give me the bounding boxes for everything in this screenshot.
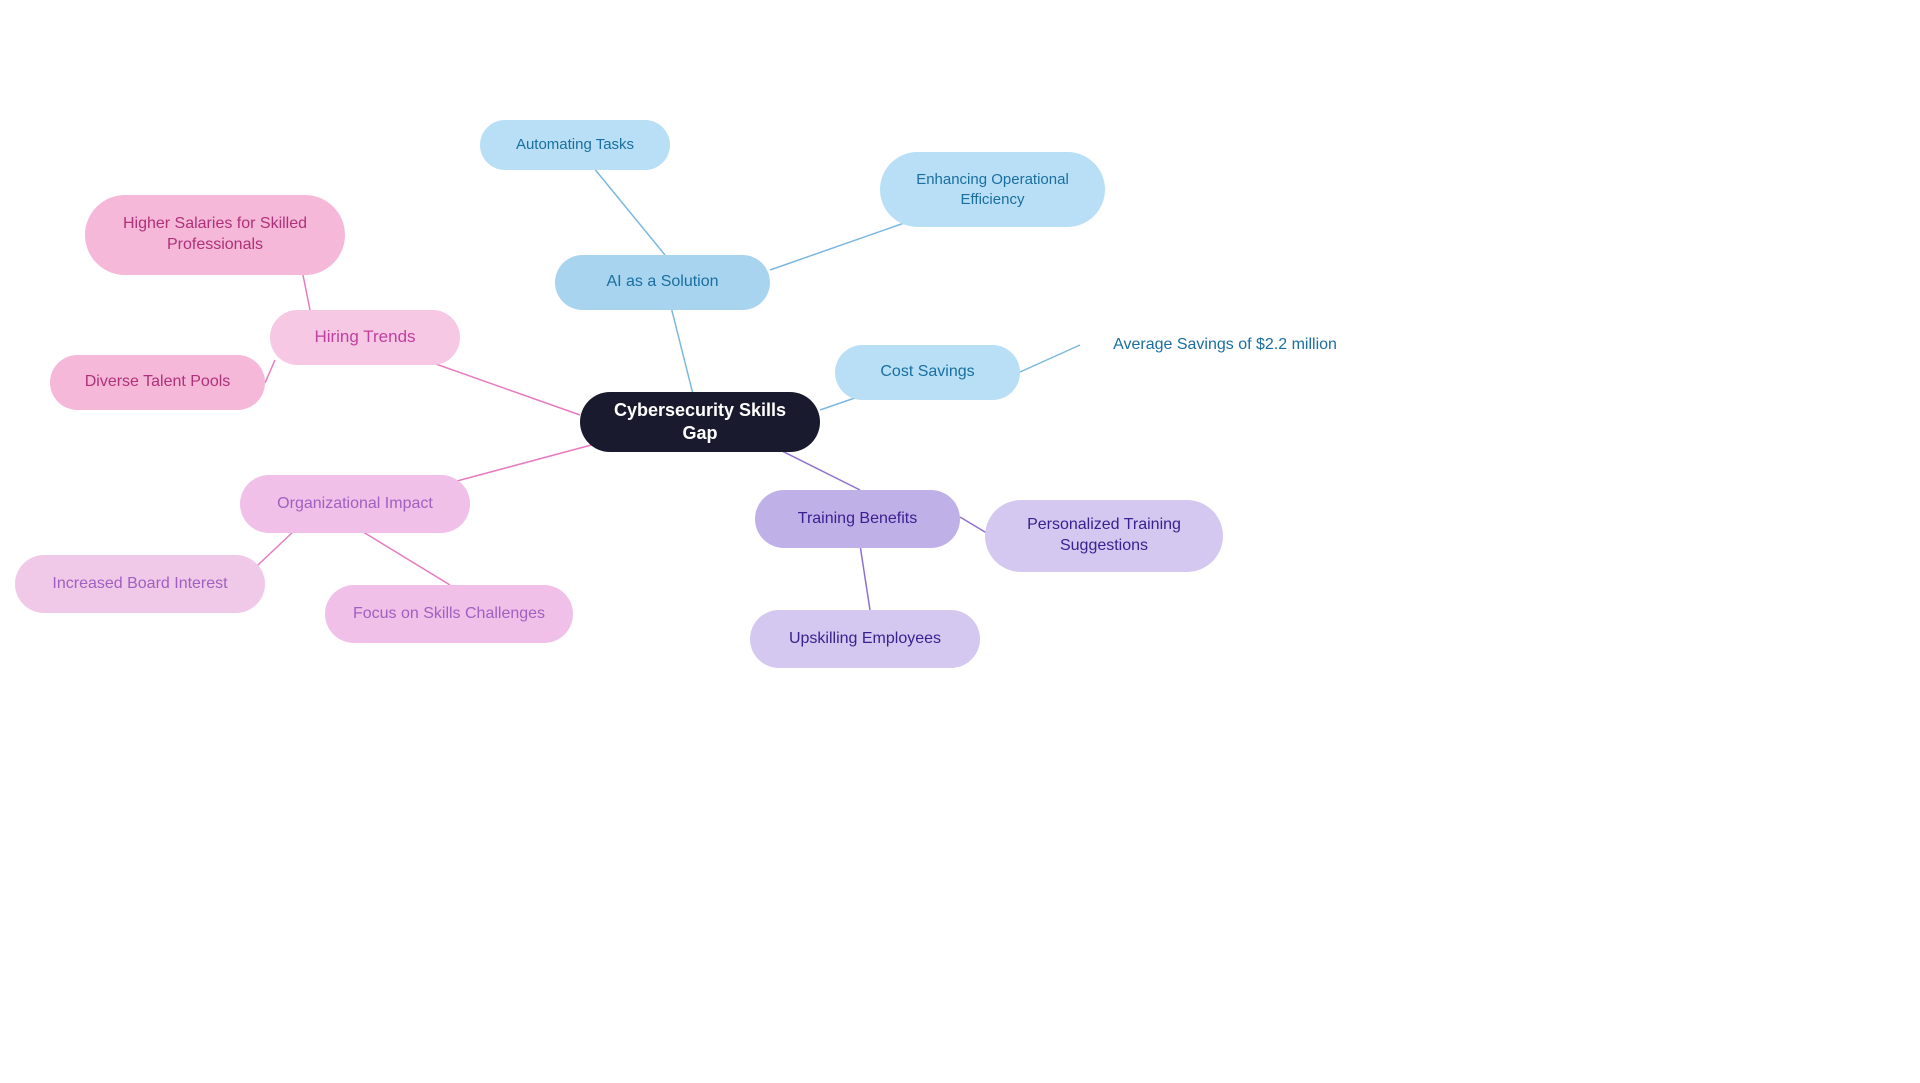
organizational-impact-node: Organizational Impact bbox=[240, 475, 470, 533]
increased-board-node: Increased Board Interest bbox=[15, 555, 265, 613]
focus-skills-node: Focus on Skills Challenges bbox=[325, 585, 573, 643]
diverse-talent-node: Diverse Talent Pools bbox=[50, 355, 265, 410]
automating-tasks-node: Automating Tasks bbox=[480, 120, 670, 170]
average-savings-node: Average Savings of $2.2 million bbox=[1075, 320, 1375, 370]
cost-savings-node: Cost Savings bbox=[835, 345, 1020, 400]
ai-solution-node: AI as a Solution bbox=[555, 255, 770, 310]
center-node: Cybersecurity Skills Gap bbox=[580, 392, 820, 452]
higher-salaries-node: Higher Salaries for Skilled Professional… bbox=[85, 195, 345, 275]
upskilling-employees-node: Upskilling Employees bbox=[750, 610, 980, 668]
hiring-trends-node: Hiring Trends bbox=[270, 310, 460, 365]
training-benefits-node: Training Benefits bbox=[755, 490, 960, 548]
personalized-training-node: Personalized Training Suggestions bbox=[985, 500, 1223, 572]
enhancing-operational-node: Enhancing Operational Efficiency bbox=[880, 152, 1105, 227]
